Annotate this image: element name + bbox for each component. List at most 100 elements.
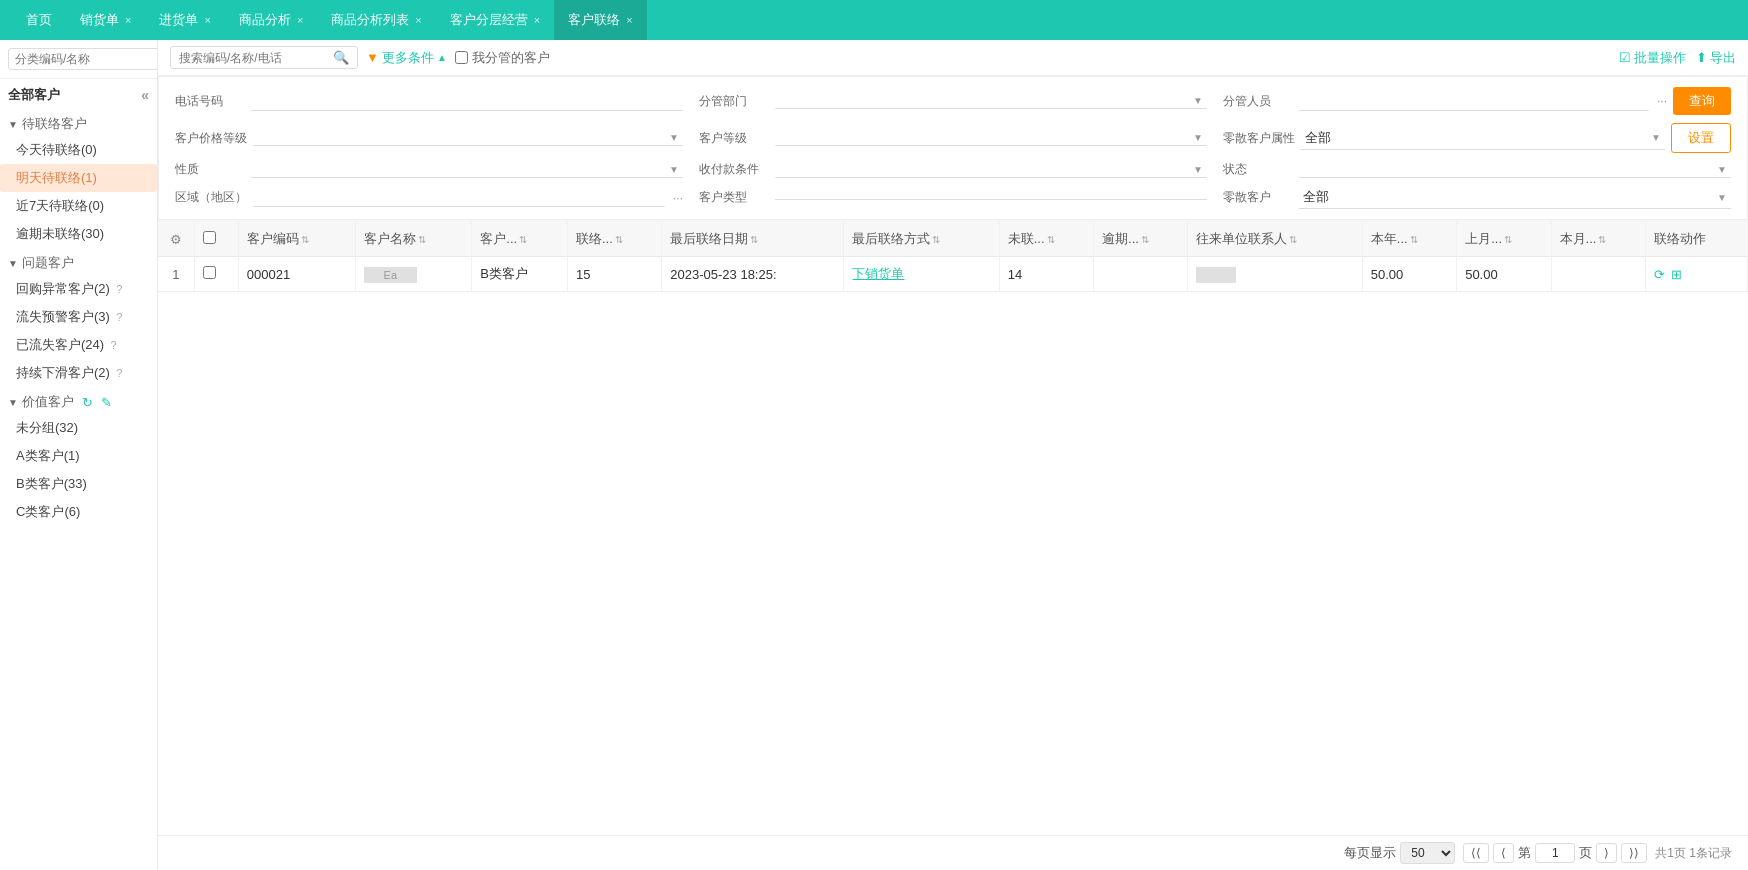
nav-purchase-order[interactable]: 进货单 × [145,0,224,40]
cell-last-contact-method[interactable]: 下销货单 [844,257,999,292]
close-sales-order-icon[interactable]: × [125,14,131,26]
filter-payment-select[interactable]: ▼ [775,162,1207,178]
overdue-sort-icon[interactable]: ⇅ [1141,234,1149,245]
nav-product-analysis[interactable]: 商品分析 × [225,0,317,40]
close-customer-contact-icon[interactable]: × [626,14,632,26]
name-sort-icon[interactable]: ⇅ [418,234,426,245]
filter-phone-input[interactable] [251,92,683,111]
sidebar-search-area: 🔍 [0,40,157,79]
page-size-select[interactable]: 50 100 200 [1400,842,1455,864]
main-search-input[interactable] [179,51,329,65]
nav-product-analysis-list[interactable]: 商品分析列表 × [317,0,435,40]
cell-last-month: 50.00 [1457,257,1551,292]
code-sort-icon[interactable]: ⇅ [301,234,309,245]
sidebar-item-repurchase-anomaly[interactable]: 回购异常客户(2) ? [0,275,157,303]
filter-gender-select[interactable]: ▼ [251,162,683,178]
cell-name: Ea [355,257,472,292]
refresh-value-icon[interactable]: ↻ [82,395,93,410]
thismonth-sort-icon[interactable]: ⇅ [1598,234,1606,245]
filter-payment-row: 收付款条件 ▼ [699,161,1207,178]
payment-arrow-icon: ▼ [1193,164,1203,175]
thisyear-sort-icon[interactable]: ⇅ [1410,234,1418,245]
close-product-analysis-icon[interactable]: × [297,14,303,26]
table-footer: 每页显示 50 100 200 ⟨⟨ ⟨ 第 页 ⟩ ⟩⟩ 共1页 1条记录 [158,835,1748,870]
status-arrow-icon: ▼ [1717,164,1727,175]
filter-status-select[interactable]: ▼ [1299,162,1731,178]
col-this-year: 本年...⇅ [1362,222,1456,257]
filter-price-level-select[interactable]: ▼ [253,130,683,146]
export-button[interactable]: ⬆ 导出 [1696,49,1736,67]
lastmonth-sort-icon[interactable]: ⇅ [1504,234,1512,245]
select-all-checkbox[interactable] [203,231,216,244]
filter-retail-attr-select[interactable]: 全部 ▼ [1301,127,1665,150]
cell-contact-person [1188,257,1362,292]
sidebar-item-a-class[interactable]: A类客户(1) [0,442,157,470]
cell-checkbox[interactable] [194,257,238,292]
sidebar-item-7day-pending[interactable]: 近7天待联络(0) [0,192,157,220]
page-number-input[interactable] [1535,843,1575,863]
sidebar-item-overdue-pending[interactable]: 逾期未联络(30) [0,220,157,248]
pending-expand-icon[interactable] [8,119,18,130]
batch-op-button[interactable]: ☑ 批量操作 [1619,49,1686,67]
main-layout: 🔍 全部客户 « 待联络客户 今天待联络(0) 明天待联络(1) 近7天待联络(… [0,40,1748,870]
nav-home[interactable]: 首页 [12,0,66,40]
filter-person-input[interactable] [1299,92,1649,111]
export-icon: ⬆ [1696,50,1707,65]
more-filter-button[interactable]: ▼ 更多条件 ▲ [366,49,447,67]
date-sort-icon[interactable]: ⇅ [750,234,758,245]
filter-customer-type-select[interactable] [775,195,1207,200]
area-dots-icon[interactable]: ··· [673,191,683,205]
filter-dept-select[interactable]: ▼ [775,93,1207,109]
filter-customer-level-select[interactable]: ▼ [775,130,1207,146]
contacts-sort-icon[interactable]: ⇅ [615,234,623,245]
col-settings[interactable]: ⚙ [158,222,194,257]
sidebar-item-ungrouped[interactable]: 未分组(32) [0,414,157,442]
my-customer-checkbox[interactable] [455,51,468,64]
close-product-analysis-list-icon[interactable]: × [415,14,421,26]
content-area: 🔍 ▼ 更多条件 ▲ 我分管的客户 ☑ 批量操作 ⬆ 导出 [158,40,1748,870]
filter-area-input[interactable] [253,188,665,207]
problem-expand-icon[interactable] [8,258,18,269]
first-page-button[interactable]: ⟨⟨ [1463,843,1489,863]
nav-customer-contact[interactable]: 客户联络 × [554,0,646,40]
filter-retail-customer-select[interactable]: 全部 ▼ [1299,186,1731,209]
action-more-icon[interactable]: ⊞ [1671,267,1682,282]
filter-arrow-icon: ▲ [437,52,447,63]
sidebar-item-churn-warning[interactable]: 流失预警客户(3) ? [0,303,157,331]
nocontact-sort-icon[interactable]: ⇅ [1047,234,1055,245]
sidebar-item-b-class[interactable]: B类客户(33) [0,470,157,498]
col-last-contact-method: 最后联络方式⇅ [844,222,999,257]
query-button[interactable]: 查询 [1673,87,1731,115]
edit-value-icon[interactable]: ✎ [101,395,112,410]
filter-retail-attr-row: 零散客户属性 全部 ▼ 设置 [1223,123,1731,153]
person-sort-icon[interactable]: ⇅ [1289,234,1297,245]
cell-action[interactable]: ⟳ ⊞ [1645,257,1747,292]
sidebar-item-c-class[interactable]: C类客户(6) [0,498,157,526]
sidebar-search-input[interactable] [8,48,158,70]
person-dots-icon[interactable]: ··· [1657,94,1667,108]
sidebar-collapse-icon[interactable]: « [141,87,149,103]
col-no-contact: 未联...⇅ [999,222,1093,257]
col-last-contact-date: 最后联络日期⇅ [662,222,844,257]
sidebar-item-declining[interactable]: 持续下滑客户(2) ? [0,359,157,387]
next-page-button[interactable]: ⟩ [1596,843,1617,863]
method-sort-icon[interactable]: ⇅ [932,234,940,245]
close-customer-tier-icon[interactable]: × [534,14,540,26]
sidebar-item-today-pending[interactable]: 今天待联络(0) [0,136,157,164]
col-this-month: 本月...⇅ [1551,222,1645,257]
type-sort-icon[interactable]: ⇅ [519,234,527,245]
col-checkbox-header[interactable] [194,222,238,257]
prev-page-button[interactable]: ⟨ [1493,843,1514,863]
close-purchase-order-icon[interactable]: × [204,14,210,26]
nav-sales-order[interactable]: 销货单 × [66,0,145,40]
row-checkbox[interactable] [203,266,216,279]
set-button[interactable]: 设置 [1671,123,1731,153]
last-page-button[interactable]: ⟩⟩ [1621,843,1647,863]
filter-panel: 电话号码 分管部门 ▼ 分管人员 ··· 查询 客户价格等级 [158,76,1748,220]
sidebar-item-churned[interactable]: 已流失客户(24) ? [0,331,157,359]
sidebar-item-tomorrow-pending[interactable]: 明天待联络(1) [0,164,157,192]
value-expand-icon[interactable] [8,397,18,408]
nav-customer-tier[interactable]: 客户分层经营 × [436,0,554,40]
action-link-icon[interactable]: ⟳ [1654,267,1665,282]
main-search-icon[interactable]: 🔍 [333,50,349,65]
